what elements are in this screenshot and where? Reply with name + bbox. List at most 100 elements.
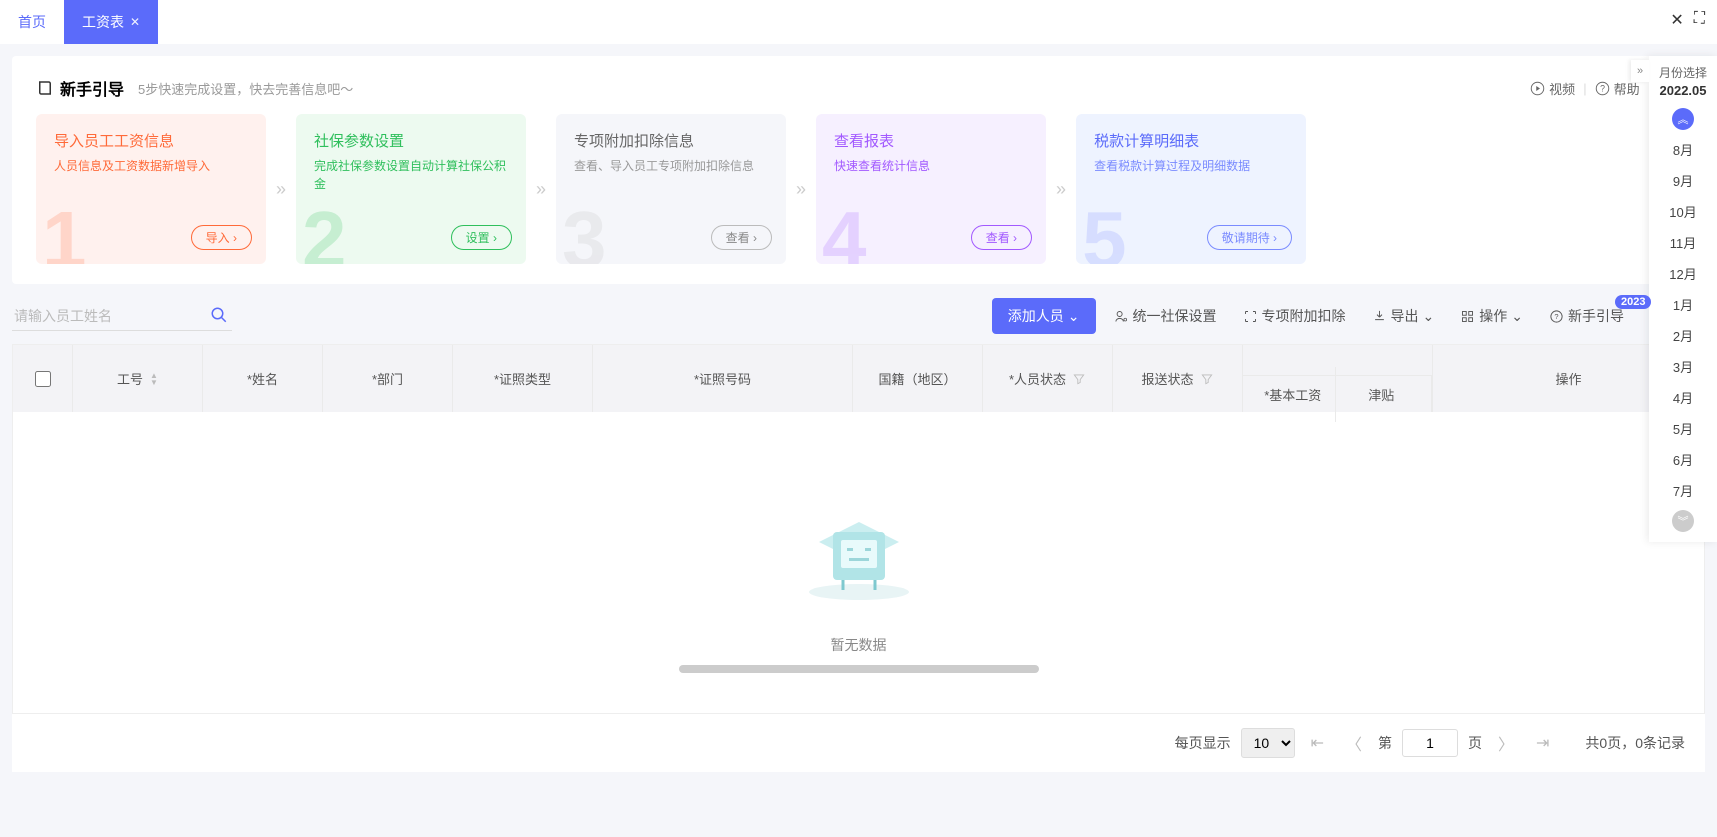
step-title: 专项附加扣除信息 — [574, 130, 768, 151]
tab-label: 工资表 — [82, 12, 124, 32]
col-name[interactable]: *姓名 — [203, 345, 323, 412]
select-all-checkbox[interactable] — [35, 371, 51, 387]
horizontal-scrollbar[interactable] — [679, 665, 1039, 673]
scan-icon — [1243, 309, 1258, 324]
add-person-button[interactable]: 添加人员 ⌄ — [992, 298, 1096, 334]
search-box — [12, 302, 232, 331]
step-desc: 查看、导入员工专项附加扣除信息 — [574, 157, 768, 175]
col-idno[interactable]: *证照号码 — [593, 345, 853, 412]
month-item[interactable]: 5月 — [1649, 413, 1717, 444]
chevron-down-icon: ⌄ — [1423, 308, 1435, 325]
toolbar: 添加人员 ⌄ 统一社保设置 专项附加扣除 导出 ⌄ 操作 ⌄ ? 新手引导 刷新 — [12, 298, 1705, 334]
video-link[interactable]: 视频 — [1530, 79, 1575, 98]
help-icon: ? — [1595, 81, 1610, 96]
step-title: 导入员工工资信息 — [54, 130, 248, 151]
view-button[interactable]: 查看 › — [971, 225, 1032, 250]
month-item[interactable]: 2023 1月 — [1649, 289, 1717, 320]
step-number: 2 — [302, 194, 343, 264]
month-selector-panel: » 月份选择 2022.05 ︽ 8月 9月 10月 11月 12月 2023 … — [1649, 56, 1717, 542]
month-item[interactable]: 12月 — [1649, 258, 1717, 289]
svg-text:?: ? — [1554, 312, 1558, 321]
guide-link[interactable]: ? 新手引导 — [1541, 306, 1632, 326]
month-item[interactable]: 9月 — [1649, 165, 1717, 196]
settings-button[interactable]: 设置 › — [451, 225, 512, 250]
search-input[interactable] — [12, 302, 232, 331]
per-page-select[interactable]: 10 — [1241, 728, 1295, 758]
pager-summary: 共0页，0条记录 — [1585, 733, 1685, 753]
col-report[interactable]: 报送状态 — [1113, 345, 1243, 412]
operate-link[interactable]: 操作 ⌄ — [1452, 306, 1531, 326]
month-item[interactable]: 2月 — [1649, 320, 1717, 351]
per-page-label: 每页显示 — [1175, 733, 1231, 753]
view-button[interactable]: 查看 › — [711, 225, 772, 250]
month-item[interactable]: 4月 — [1649, 382, 1717, 413]
month-item[interactable]: 3月 — [1649, 351, 1717, 382]
col-status[interactable]: *人员状态 — [983, 345, 1113, 412]
step-desc: 人员信息及工资数据新增导入 — [54, 157, 248, 175]
month-item[interactable]: 11月 — [1649, 227, 1717, 258]
month-item[interactable]: 6月 — [1649, 444, 1717, 475]
month-item[interactable]: 10月 — [1649, 196, 1717, 227]
chevron-right-icon: » — [270, 179, 292, 200]
export-link[interactable]: 导出 ⌄ — [1364, 306, 1443, 326]
sort-icon: ▲▼ — [150, 372, 158, 386]
guide-title: 新手引导 — [36, 76, 124, 100]
first-page-button[interactable]: ⇤ — [1305, 733, 1330, 753]
col-idtype[interactable]: *证照类型 — [453, 345, 593, 412]
col-dept[interactable]: *部门 — [323, 345, 453, 412]
chevron-down-icon: ⌄ — [1511, 308, 1523, 325]
month-current: 2022.05 — [1660, 83, 1707, 98]
step-desc: 完成社保参数设置自动计算社保公积金 — [314, 157, 508, 193]
coming-soon-button[interactable]: 敬请期待 › — [1207, 225, 1292, 250]
step-number: 4 — [822, 194, 863, 264]
col-base-salary[interactable]: *基本工资 — [1251, 367, 1336, 422]
step-import: 导入员工工资信息 人员信息及工资数据新增导入 1 导入 › — [36, 114, 266, 264]
chevron-right-icon: » — [1050, 179, 1072, 200]
close-icon[interactable]: ✕ — [130, 15, 140, 29]
play-icon — [1530, 81, 1545, 96]
last-page-button[interactable]: ⇥ — [1530, 733, 1555, 753]
col-allowance[interactable]: 津贴 — [1340, 367, 1424, 422]
scroll-up-button[interactable]: ︽ — [1672, 108, 1694, 130]
next-page-button[interactable]: 〉 — [1492, 731, 1520, 755]
fullscreen-icon[interactable]: ⛶ — [1694, 10, 1705, 30]
filter-icon — [1072, 372, 1086, 386]
page-prefix: 第 — [1378, 733, 1392, 753]
month-item[interactable]: 7月 — [1649, 475, 1717, 506]
step-title: 查看报表 — [834, 130, 1028, 151]
guide-title-text: 新手引导 — [60, 76, 124, 100]
tabs-bar: 首页 工资表 ✕ — [0, 0, 1717, 44]
guide-panel: 新手引导 5步快速完成设置，快去完善信息吧～ 视频 | ? 帮助 ✕ 导入员工工… — [12, 56, 1705, 284]
tab-payroll[interactable]: 工资表 ✕ — [64, 0, 158, 44]
close-icon[interactable]: ✕ — [1670, 10, 1683, 30]
col-salary-group: *基本工资 津贴 — [1243, 345, 1433, 412]
social-settings-link[interactable]: 统一社保设置 — [1106, 306, 1225, 326]
select-all-cell — [13, 345, 73, 412]
step-title: 税款计算明细表 — [1094, 130, 1288, 151]
deduction-link[interactable]: 专项附加扣除 — [1235, 306, 1354, 326]
guide-subtitle: 5步快速完成设置，快去完善信息吧～ — [138, 79, 353, 98]
prev-page-button[interactable]: 〈 — [1340, 731, 1368, 755]
tab-home[interactable]: 首页 — [0, 0, 64, 44]
empty-text: 暂无数据 — [13, 635, 1704, 655]
book-icon — [36, 79, 54, 97]
month-item[interactable]: 8月 — [1649, 134, 1717, 165]
collapse-icon[interactable]: » — [1631, 60, 1649, 82]
col-employee-id[interactable]: 工号▲▼ — [73, 345, 203, 412]
year-badge: 2023 — [1615, 295, 1651, 309]
help-icon: ? — [1549, 309, 1564, 324]
scroll-down-button[interactable]: ︾ — [1672, 510, 1694, 532]
step-number: 3 — [562, 194, 603, 264]
col-country[interactable]: 国籍（地区） — [853, 345, 983, 412]
chevron-right-icon: » — [790, 179, 812, 200]
page-input[interactable] — [1402, 729, 1458, 757]
search-icon[interactable] — [210, 306, 228, 324]
import-button[interactable]: 导入 › — [191, 225, 252, 250]
empty-state: 暂无数据 — [13, 412, 1704, 713]
guide-header: 新手引导 5步快速完成设置，快去完善信息吧～ 视频 | ? 帮助 ✕ — [36, 76, 1681, 100]
step-deduction: 专项附加扣除信息 查看、导入员工专项附加扣除信息 3 查看 › — [556, 114, 786, 264]
filter-icon — [1200, 372, 1214, 386]
table-header: 工号▲▼ *姓名 *部门 *证照类型 *证照号码 国籍（地区） *人员状态 报送… — [13, 345, 1704, 412]
user-gear-icon — [1114, 309, 1129, 324]
guide-steps: 导入员工工资信息 人员信息及工资数据新增导入 1 导入 › » 社保参数设置 完… — [36, 114, 1681, 264]
